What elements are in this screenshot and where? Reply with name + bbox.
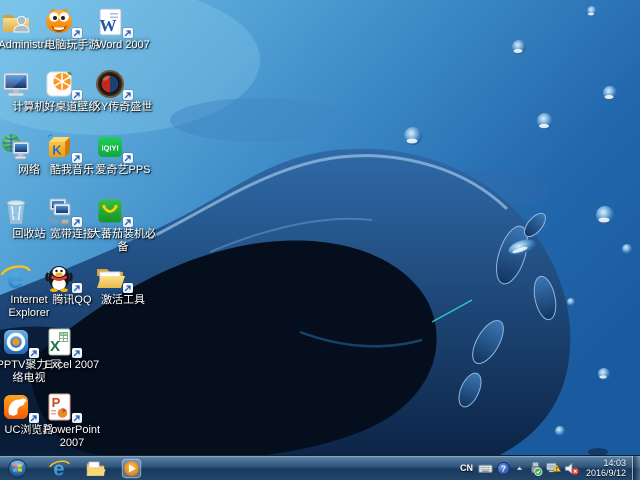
icon-label: XY传奇盛世 bbox=[90, 101, 156, 114]
volume-muted-icon[interactable] bbox=[564, 461, 579, 476]
icon-label: Excel 2007 bbox=[39, 359, 105, 372]
svg-text:?: ? bbox=[501, 463, 506, 473]
icon-label: 大蕃茄装机必备 bbox=[90, 228, 156, 254]
shortcut-arrow-overlay bbox=[72, 90, 82, 100]
shortcut-arrow-overlay bbox=[72, 413, 82, 423]
svg-text:iQIYI: iQIYI bbox=[101, 144, 118, 153]
svg-text:X: X bbox=[50, 338, 60, 355]
desktop-icon-xy-legend-game[interactable]: XY传奇盛世 bbox=[94, 68, 152, 114]
windows-orb-icon bbox=[6, 457, 29, 480]
taskbar-windows-explorer-button[interactable] bbox=[77, 456, 113, 480]
green-bag-icon bbox=[94, 195, 152, 227]
shortcut-arrow-overlay bbox=[72, 153, 82, 163]
icon-label: 激活工具 bbox=[90, 294, 156, 307]
svg-text:P: P bbox=[52, 395, 61, 410]
icon-label: PowerPoint 2007 bbox=[39, 424, 105, 450]
excel-icon: X bbox=[43, 326, 101, 358]
desktop-icon-iqiyi-pps[interactable]: iQIYI 爱奇艺PPS bbox=[94, 131, 152, 177]
help-icon[interactable]: ? bbox=[496, 461, 511, 476]
windows-media-player-icon bbox=[120, 457, 143, 480]
shortcut-arrow-overlay bbox=[29, 413, 39, 423]
taskbar-internet-explorer-button[interactable]: e bbox=[41, 456, 77, 480]
shortcut-arrow-overlay bbox=[123, 153, 133, 163]
kuwo-music-icon: K bbox=[43, 131, 101, 163]
powerpoint-icon: P bbox=[43, 391, 101, 423]
windows-explorer-icon bbox=[84, 457, 107, 480]
wallpaper-app-icon bbox=[43, 68, 101, 100]
icon-label: 爱奇艺PPS bbox=[90, 164, 156, 177]
show-hidden-icons-button[interactable] bbox=[514, 461, 525, 476]
clock-date: 2016/9/12 bbox=[586, 468, 626, 479]
desktop-icon-powerpoint-2007[interactable]: P PowerPoint 2007 bbox=[43, 391, 101, 450]
language-indicator[interactable]: CN bbox=[458, 463, 475, 473]
internet-explorer-icon: e bbox=[48, 457, 71, 480]
system-tray: CN ? 14:03 2016/9/12 bbox=[458, 456, 640, 480]
shortcut-arrow-overlay bbox=[29, 348, 39, 358]
desktop-icon-datomato-essentials[interactable]: 大蕃茄装机必备 bbox=[94, 195, 152, 254]
show-desktop-button[interactable] bbox=[632, 456, 640, 480]
desktop-icon-excel-2007[interactable]: X Excel 2007 bbox=[43, 326, 101, 372]
word-icon: W bbox=[94, 6, 152, 38]
folder-icon bbox=[94, 261, 152, 293]
shortcut-arrow-overlay bbox=[72, 28, 82, 38]
taskbar: e CN ? bbox=[0, 455, 640, 480]
clock-time: 14:03 bbox=[586, 458, 626, 469]
taskbar-media-player-button[interactable] bbox=[113, 456, 149, 480]
qq-penguin-icon bbox=[43, 261, 101, 293]
desktop-icon-word-2007[interactable]: W Word 2007 bbox=[94, 6, 152, 52]
shortcut-arrow-overlay bbox=[123, 283, 133, 293]
shortcut-arrow-overlay bbox=[123, 217, 133, 227]
shortcut-arrow-overlay bbox=[72, 217, 82, 227]
shortcut-arrow-overlay bbox=[72, 348, 82, 358]
orange-monster-icon bbox=[43, 6, 101, 38]
shortcut-arrow-overlay bbox=[123, 28, 133, 38]
broadband-icon bbox=[43, 195, 101, 227]
start-button[interactable] bbox=[5, 456, 30, 480]
desktop: Administra... 电脑玩手游 W Word 2007 计算机 bbox=[0, 0, 640, 480]
icon-label: Word 2007 bbox=[90, 39, 156, 52]
svg-text:K: K bbox=[52, 143, 62, 158]
keyboard-icon[interactable] bbox=[478, 461, 493, 476]
desktop-icon-activation-tools[interactable]: 激活工具 bbox=[94, 261, 152, 307]
clock[interactable]: 14:03 2016/9/12 bbox=[586, 458, 626, 479]
game-emblem-icon bbox=[94, 68, 152, 100]
svg-text:W: W bbox=[100, 16, 117, 35]
shortcut-arrow-overlay bbox=[123, 90, 133, 100]
safely-remove-hardware-icon[interactable] bbox=[528, 461, 543, 476]
network-warning-icon[interactable] bbox=[546, 461, 561, 476]
desktop-icon-grid: Administra... 电脑玩手游 W Word 2007 计算机 bbox=[0, 0, 640, 455]
iqiyi-icon: iQIYI bbox=[94, 131, 152, 163]
shortcut-arrow-overlay bbox=[72, 283, 82, 293]
pinned-taskbar-buttons: e bbox=[41, 456, 149, 480]
